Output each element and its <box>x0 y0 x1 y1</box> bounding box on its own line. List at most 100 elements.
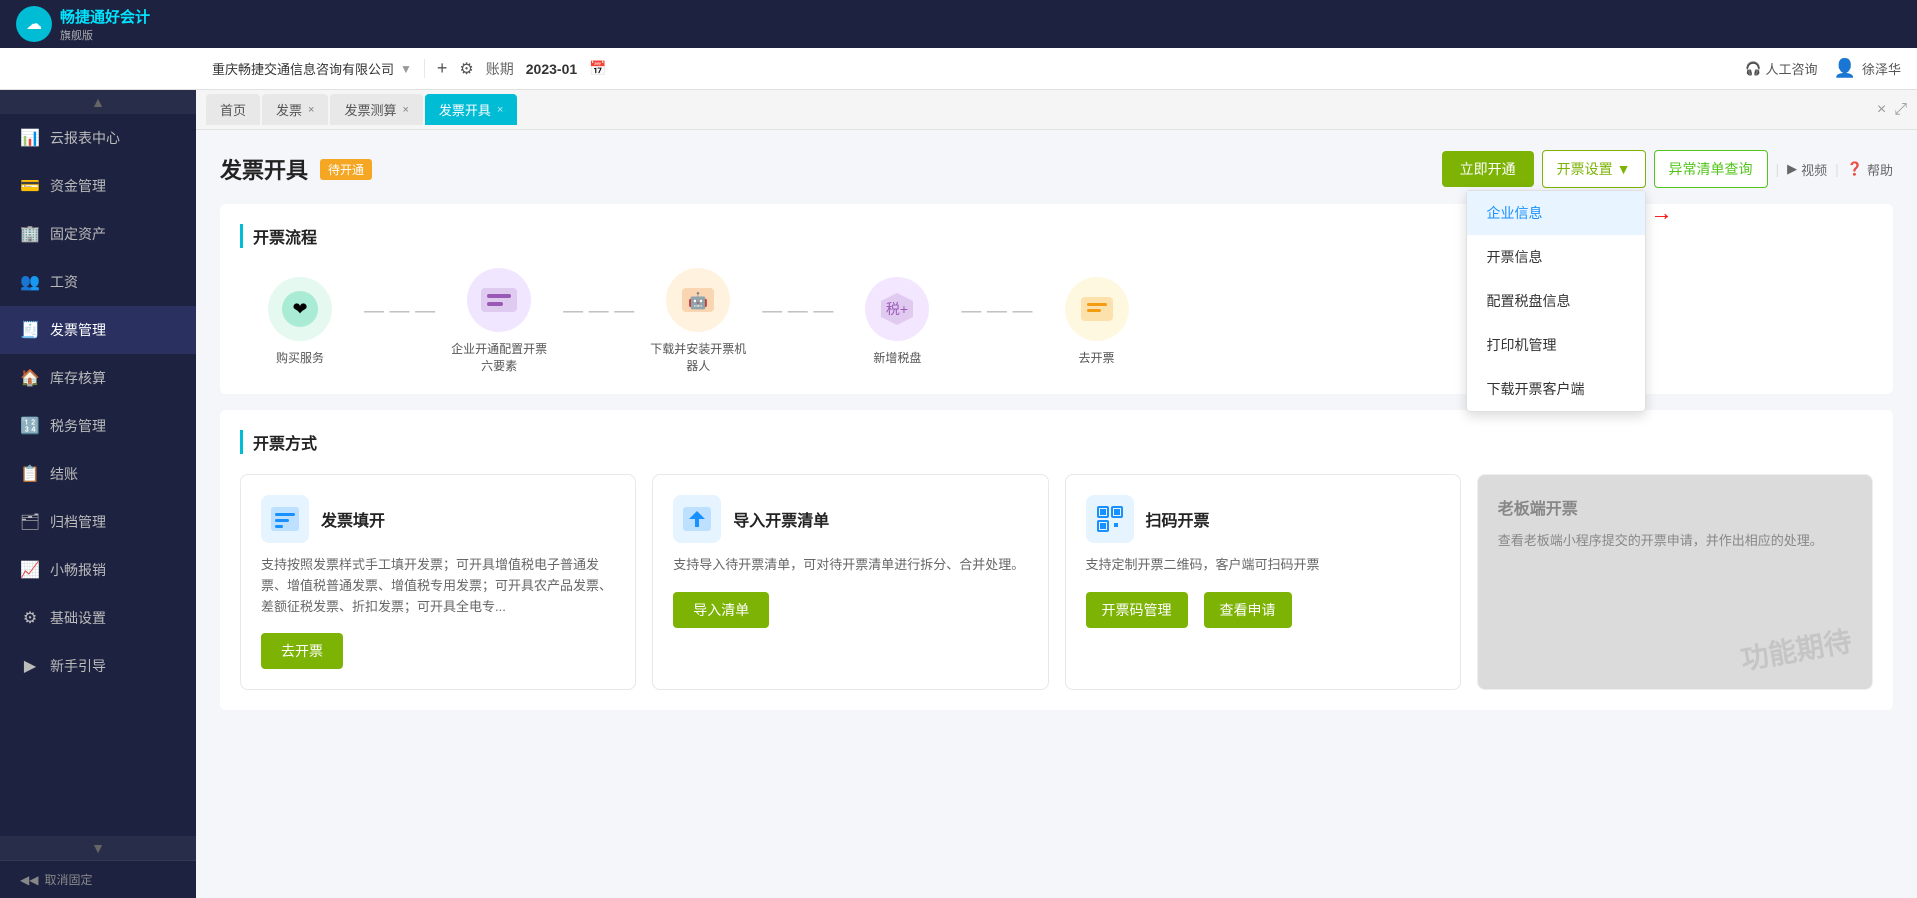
sidebar-item-invoice[interactable]: 🧾 发票管理 <box>0 306 196 354</box>
status-badge: 待开通 <box>320 159 372 180</box>
settings-chevron-icon: ▼ <box>1617 161 1631 177</box>
sidebar-item-label: 税务管理 <box>50 416 106 436</box>
tab-home[interactable]: 首页 <box>206 94 260 125</box>
sidebar-item-archive[interactable]: 🗂 归档管理 <box>0 498 196 546</box>
scan-qr-manage-btn[interactable]: 开票码管理 <box>1086 592 1188 628</box>
video-label: 视频 <box>1801 160 1827 179</box>
download-icon: 🤖 <box>666 268 730 332</box>
buy-icon: ❤ <box>268 277 332 341</box>
inventory-icon: 🏠 <box>20 368 40 388</box>
tax-config-label: 配置税盘信息 <box>1487 293 1571 309</box>
tab-invoice-close[interactable]: × <box>308 104 314 116</box>
sidebar-item-guide[interactable]: ▶ 新手引导 <box>0 642 196 690</box>
help-label: 帮助 <box>1867 160 1893 179</box>
dropdown-item-download-client[interactable]: 下载开票客户端 <box>1467 367 1645 411</box>
tab-home-label: 首页 <box>220 100 246 119</box>
settings-btn[interactable]: 开票设置 ▼ <box>1542 150 1646 188</box>
scan-title: 扫码开票 <box>1146 507 1210 531</box>
manual-title: 发票填开 <box>321 507 385 531</box>
period-value: 2023-01 <box>526 61 577 77</box>
tab-invoice-calc-close[interactable]: × <box>402 104 408 116</box>
dropdown-item-tax-config[interactable]: 配置税盘信息 <box>1467 279 1645 323</box>
sidebar-item-settings[interactable]: ⚙ 基础设置 <box>0 594 196 642</box>
methods-grid: 发票填开 支持按照发票样式手工填开发票；可开具增值税电子普通发票、增值税普通发票… <box>240 474 1873 690</box>
buy-label: 购买服务 <box>276 349 324 366</box>
unpin-label: 取消固定 <box>44 871 92 888</box>
add-icon[interactable]: + <box>437 58 448 79</box>
method-card-import: 导入开票清单 支持导入待开票清单，可对待开票清单进行拆分、合并处理。 导入清单 <box>652 474 1048 690</box>
cloud-report-icon: 📊 <box>20 128 40 148</box>
help-btn[interactable]: ❓ 帮助 <box>1847 160 1893 179</box>
arrow1: — — — <box>364 300 435 343</box>
dropdown-item-invoice-info[interactable]: 开票信息 <box>1467 235 1645 279</box>
sidebar-item-label: 工资 <box>50 272 78 292</box>
dropdown-item-printer[interactable]: 打印机管理 <box>1467 323 1645 367</box>
sidebar-item-label: 新手引导 <box>50 656 106 676</box>
company-info-label: 企业信息 <box>1487 205 1543 221</box>
method-card-scan: 扫码开票 支持定制开票二维码，客户端可扫码开票 开票码管理 查看申请 <box>1065 474 1461 690</box>
settings-sidebar-icon: ⚙ <box>20 608 40 628</box>
unpin-icon: ◀◀ <box>20 873 38 887</box>
sidebar-unpin-btn[interactable]: ◀◀ 取消固定 <box>0 860 196 898</box>
sidebar-item-cloud-report[interactable]: 📊 云报表中心 <box>0 114 196 162</box>
sidebar-scroll-down[interactable]: ▼ <box>0 836 196 860</box>
calendar-icon[interactable]: 📅 <box>589 60 606 77</box>
arrow3: — — — <box>762 300 833 343</box>
printer-label: 打印机管理 <box>1487 337 1557 353</box>
guide-icon: ▶ <box>20 656 40 676</box>
sidebar-item-report[interactable]: 📈 小畅报销 <box>0 546 196 594</box>
user-area[interactable]: 👤 徐泽华 <box>1834 58 1901 79</box>
sidebar-item-fund[interactable]: 💳 资金管理 <box>0 162 196 210</box>
tab-expand-icon[interactable]: ⤢ <box>1894 101 1907 119</box>
sidebar-item-label: 基础设置 <box>50 608 106 628</box>
support-btn[interactable]: 🎧 人工咨询 <box>1745 59 1817 78</box>
tab-invoice[interactable]: 发票 × <box>262 94 328 125</box>
arrow4: — — — <box>961 300 1032 343</box>
archive-icon: 🗂 <box>20 512 40 532</box>
invoice-icon: 🧾 <box>20 320 40 340</box>
add-tax-icon: 税+ <box>865 277 929 341</box>
report-icon: 📈 <box>20 560 40 580</box>
sidebar-scroll-up[interactable]: ▲ <box>0 90 196 114</box>
tab-invoice-calc[interactable]: 发票测算 × <box>330 94 422 125</box>
sidebar: ▲ 📊 云报表中心 💳 资金管理 🏢 固定资产 👥 工资 <box>0 90 196 898</box>
sidebar-item-label: 资金管理 <box>50 176 106 196</box>
exception-query-btn[interactable]: 异常清单查询 <box>1654 150 1768 188</box>
page-title-area: 发票开具 待开通 <box>220 153 372 185</box>
process-step-go-invoice: 去开票 <box>1037 277 1157 366</box>
sidebar-item-accounting[interactable]: 📋 结账 <box>0 450 196 498</box>
sidebar-item-fixed-assets[interactable]: 🏢 固定资产 <box>0 210 196 258</box>
tax-icon: 🔢 <box>20 416 40 436</box>
manual-go-btn[interactable]: 去开票 <box>261 633 343 669</box>
accounting-icon: 📋 <box>20 464 40 484</box>
video-btn[interactable]: ▶ 视频 <box>1787 160 1827 179</box>
methods-section: 开票方式 发票填开 支持按照发票样式手工填开发票；可开具增值税电子普通发票、增值… <box>220 410 1893 710</box>
user-name: 徐泽华 <box>1862 59 1901 78</box>
period-label: 账期 <box>486 59 514 79</box>
svg-text:🤖: 🤖 <box>688 291 708 310</box>
import-btn[interactable]: 导入清单 <box>673 592 769 628</box>
tab-invoice-issue-close[interactable]: × <box>497 104 503 116</box>
settings-icon[interactable]: ⚙ <box>459 59 473 79</box>
scan-view-btn[interactable]: 查看申请 <box>1204 592 1292 628</box>
company-selector[interactable]: 重庆畅捷交通信息咨询有限公司 ▼ <box>200 59 425 78</box>
sidebar-item-label: 固定资产 <box>50 224 106 244</box>
sidebar-item-payroll[interactable]: 👥 工资 <box>0 258 196 306</box>
tab-invoice-issue[interactable]: 发票开具 × <box>425 94 517 125</box>
methods-section-title: 开票方式 <box>240 430 1873 454</box>
tab-close-all-icon[interactable]: × <box>1877 101 1886 119</box>
invoice-info-label: 开票信息 <box>1487 249 1543 265</box>
tab-invoice-issue-label: 发票开具 <box>439 100 491 119</box>
settings-btn-label: 开票设置 <box>1557 159 1613 179</box>
import-icon <box>673 495 721 543</box>
tab-bar-actions: × ⤢ <box>1877 101 1907 119</box>
activate-btn[interactable]: 立即开通 <box>1442 151 1534 187</box>
settings-dropdown-container: 开票设置 ▼ 企业信息 → 开票信息 <box>1542 150 1646 188</box>
sidebar-item-inventory[interactable]: 🏠 库存核算 <box>0 354 196 402</box>
logo-edition: 旗舰版 <box>60 27 150 43</box>
content-area: 发票开具 待开通 立即开通 开票设置 ▼ <box>196 130 1917 898</box>
user-avatar-icon: 👤 <box>1834 58 1856 79</box>
sidebar-item-label: 结账 <box>50 464 78 484</box>
dropdown-item-company-info[interactable]: 企业信息 → <box>1467 191 1645 235</box>
sidebar-item-tax[interactable]: 🔢 税务管理 <box>0 402 196 450</box>
